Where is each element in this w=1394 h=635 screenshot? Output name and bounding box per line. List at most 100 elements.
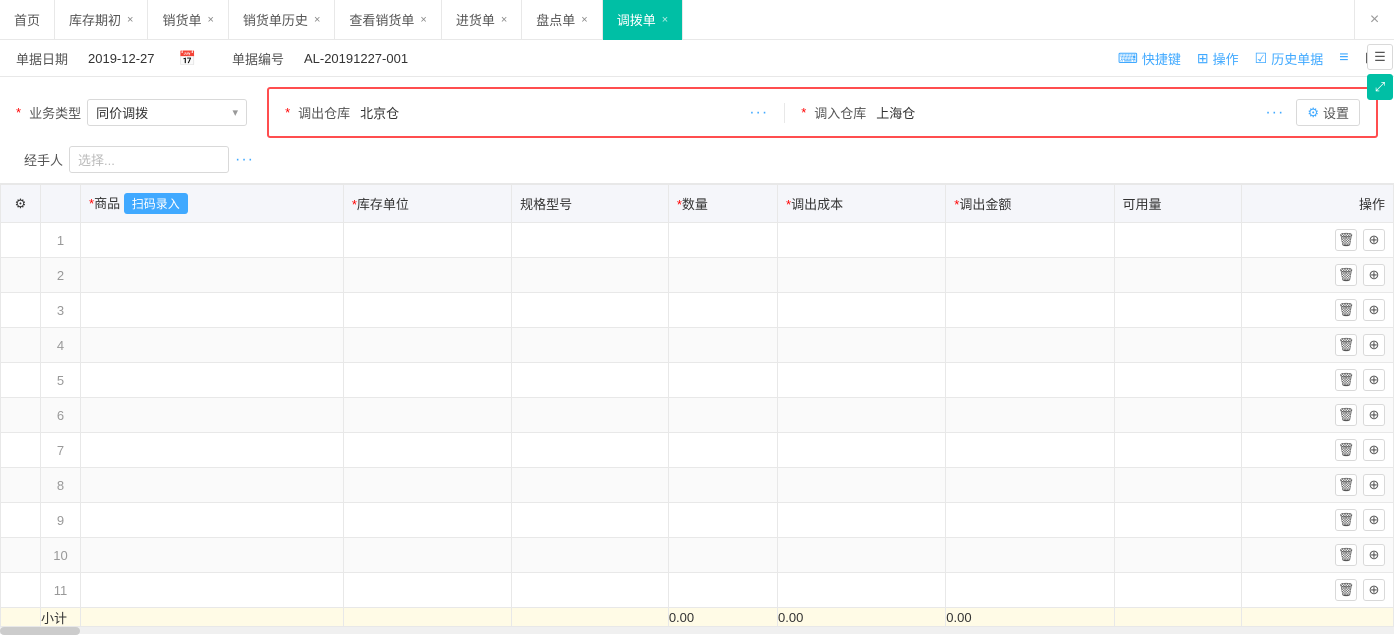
row-delete-button[interactable]: 🗑 xyxy=(1335,509,1357,531)
business-type-field: * 业务类型 同价调拨 ▾ xyxy=(16,99,247,126)
business-type-label: 业务类型 xyxy=(29,103,81,122)
row-spec xyxy=(512,573,669,608)
row-delete-button[interactable]: 🗑 xyxy=(1335,264,1357,286)
row-copy-button[interactable]: ⊕ xyxy=(1363,299,1385,321)
subtotal-amount: 0.00 xyxy=(946,610,971,625)
tab-transfer-close[interactable]: × xyxy=(662,14,668,26)
row-cost xyxy=(778,363,946,398)
row-settings-cell xyxy=(1,223,41,258)
row-delete-button[interactable]: 🗑 xyxy=(1335,404,1357,426)
row-delete-button[interactable]: 🗑 xyxy=(1335,299,1357,321)
tab-sales-history[interactable]: 销货单历史 × xyxy=(229,0,335,40)
row-delete-button[interactable]: 🗑 xyxy=(1335,439,1357,461)
horizontal-scrollbar[interactable] xyxy=(0,626,1394,634)
subtotal-available-cell xyxy=(1114,608,1241,627)
table-row: 10 🗑 ⊕ xyxy=(1,538,1394,573)
settings-button[interactable]: ⚙ 设置 xyxy=(1296,99,1360,126)
tab-transfer[interactable]: 调拨单 × xyxy=(603,0,683,40)
table-row: 6 🗑 ⊕ xyxy=(1,398,1394,433)
row-spec xyxy=(512,468,669,503)
warehouse-box: * 调出仓库 北京仓 ··· * 调入仓库 上海仓 ··· ⚙ 设置 xyxy=(267,87,1378,138)
tab-sales-order[interactable]: 销货单 × xyxy=(148,0,228,40)
subtotal-spec-cell xyxy=(512,608,669,627)
col-settings[interactable]: ⚙ xyxy=(1,185,41,223)
row-actions: 🗑 ⊕ xyxy=(1241,433,1393,468)
row-delete-button[interactable]: 🗑 xyxy=(1335,369,1357,391)
row-product xyxy=(81,573,344,608)
view-toggle-button[interactable]: ≡ xyxy=(1339,49,1348,67)
row-copy-button[interactable]: ⊕ xyxy=(1363,229,1385,251)
tab-view-sales[interactable]: 查看销货单 × xyxy=(335,0,441,40)
row-delete-button[interactable]: 🗑 xyxy=(1335,544,1357,566)
row-copy-button[interactable]: ⊕ xyxy=(1363,439,1385,461)
row-copy-button[interactable]: ⊕ xyxy=(1363,404,1385,426)
tab-inventory-init-close[interactable]: × xyxy=(127,14,133,26)
warehouse-in-field: * 调入仓库 上海仓 ··· xyxy=(801,103,1284,122)
side-list-button[interactable]: ☰ xyxy=(1367,44,1393,70)
tab-purchase-order[interactable]: 进货单 × xyxy=(442,0,522,40)
handler-more[interactable]: ··· xyxy=(235,151,254,169)
calendar-icon[interactable]: 📅 xyxy=(179,50,196,67)
subtotal-label-cell: 小计 xyxy=(41,608,81,627)
row-unit xyxy=(343,573,511,608)
row-copy-button[interactable]: ⊕ xyxy=(1363,264,1385,286)
shortcuts-button[interactable]: ⌨ 快捷键 xyxy=(1118,49,1181,68)
warehouse-out-more[interactable]: ··· xyxy=(749,104,768,122)
tab-purchase-order-label: 进货单 xyxy=(456,10,495,29)
warehouse-in-more[interactable]: ··· xyxy=(1265,104,1284,122)
tab-home[interactable]: 首页 xyxy=(0,0,55,40)
tab-sales-order-close[interactable]: × xyxy=(207,14,213,26)
row-copy-button[interactable]: ⊕ xyxy=(1363,579,1385,601)
col-product: *商品 扫码录入 xyxy=(81,185,344,223)
tab-sales-history-close[interactable]: × xyxy=(314,14,320,26)
table-row: 7 🗑 ⊕ xyxy=(1,433,1394,468)
row-amount xyxy=(946,468,1114,503)
row-amount xyxy=(946,398,1114,433)
row-actions: 🗑 ⊕ xyxy=(1241,503,1393,538)
subtotal-label: 小计 xyxy=(41,611,67,626)
row-unit xyxy=(343,293,511,328)
row-num: 3 xyxy=(41,293,81,328)
row-spec xyxy=(512,223,669,258)
row-copy-button[interactable]: ⊕ xyxy=(1363,474,1385,496)
row-spec xyxy=(512,538,669,573)
window-close-button[interactable]: × xyxy=(1354,0,1394,40)
row-cost xyxy=(778,258,946,293)
row-delete-button[interactable]: 🗑 xyxy=(1335,474,1357,496)
row-cost xyxy=(778,433,946,468)
row-num: 8 xyxy=(41,468,81,503)
tab-stocktake[interactable]: 盘点单 × xyxy=(522,0,602,40)
tab-purchase-order-close[interactable]: × xyxy=(501,14,507,26)
row-copy-button[interactable]: ⊕ xyxy=(1363,334,1385,356)
row-delete-button[interactable]: 🗑 xyxy=(1335,229,1357,251)
row-unit xyxy=(343,223,511,258)
row-actions: 🗑 ⊕ xyxy=(1241,468,1393,503)
business-type-dropdown[interactable]: 同价调拨 ▾ xyxy=(87,99,247,126)
col-row-num xyxy=(41,185,81,223)
tab-inventory-init[interactable]: 库存期初 × xyxy=(55,0,148,40)
row-delete-button[interactable]: 🗑 xyxy=(1335,579,1357,601)
tab-stocktake-close[interactable]: × xyxy=(581,14,587,26)
operations-button[interactable]: ⊞ 操作 xyxy=(1197,49,1239,68)
handler-dropdown[interactable]: 选择... xyxy=(69,146,229,173)
row-copy-button[interactable]: ⊕ xyxy=(1363,544,1385,566)
row-unit xyxy=(343,328,511,363)
tab-view-sales-close[interactable]: × xyxy=(420,14,426,26)
row-settings-cell xyxy=(1,433,41,468)
col-actions-header: 操作 xyxy=(1241,185,1393,223)
row-qty xyxy=(668,328,777,363)
row-copy-button[interactable]: ⊕ xyxy=(1363,369,1385,391)
row-product xyxy=(81,223,344,258)
row-copy-button[interactable]: ⊕ xyxy=(1363,509,1385,531)
tab-sales-history-label: 销货单历史 xyxy=(243,10,308,29)
subtotal-qty-cell: 0.00 xyxy=(668,608,777,627)
warehouse-out-label: 调出仓库 xyxy=(298,103,350,122)
row-delete-button[interactable]: 🗑 xyxy=(1335,334,1357,356)
scan-button[interactable]: 扫码录入 xyxy=(124,193,188,214)
row-num: 4 xyxy=(41,328,81,363)
row-product xyxy=(81,468,344,503)
history-button[interactable]: ☑ 历史单据 xyxy=(1255,49,1324,68)
row-unit xyxy=(343,258,511,293)
side-expand-button[interactable]: ⤢ xyxy=(1367,74,1393,100)
row-amount xyxy=(946,573,1114,608)
